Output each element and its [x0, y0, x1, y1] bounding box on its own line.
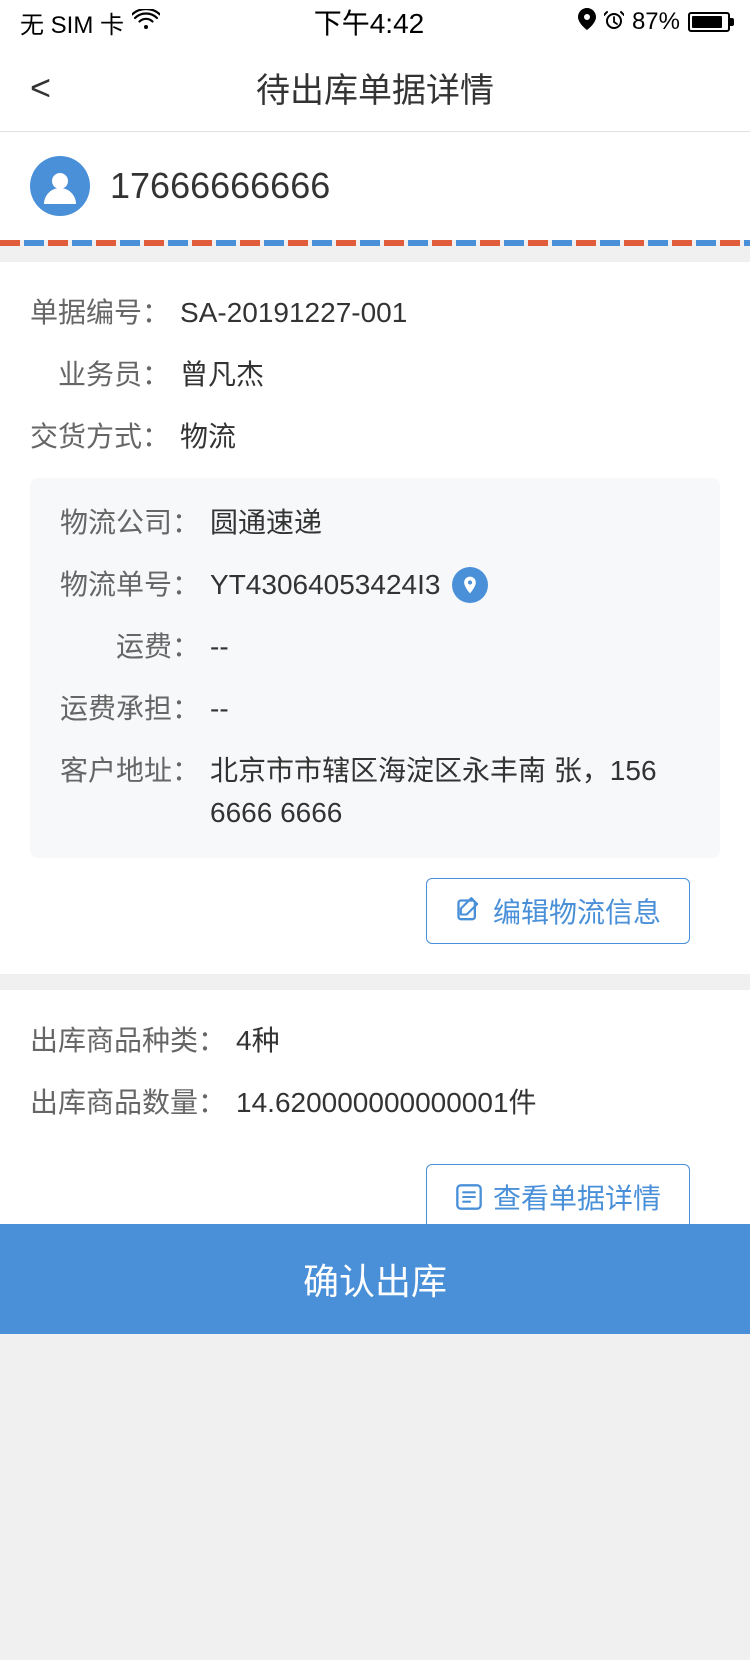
edit-icon — [455, 897, 483, 925]
product-quantity-value: 14.620000000000001件 — [236, 1082, 537, 1124]
address-row: 客户地址： 北京市市辖区海淀区永丰南 张，156 6666 6666 — [60, 750, 690, 834]
view-details-button[interactable]: 查看单据详情 — [426, 1164, 690, 1230]
tracking-value-container: YT43064053424I3 — [210, 564, 690, 606]
view-details-label: 查看单据详情 — [493, 1177, 661, 1217]
alarm-icon — [604, 8, 624, 37]
product-type-row: 出库商品种类： 4种 — [30, 1020, 720, 1062]
product-type-value: 4种 — [236, 1020, 280, 1062]
tracking-location-icon[interactable] — [452, 567, 488, 603]
salesperson-label: 业务员： — [30, 354, 170, 396]
salesperson-value: 曾凡杰 — [180, 354, 720, 396]
nav-bar: < 待出库单据详情 — [0, 44, 750, 132]
dashed-separator — [0, 240, 750, 246]
logistics-company-label: 物流公司： — [60, 502, 200, 544]
freight-row: 运费： -- — [60, 626, 690, 668]
wifi-icon — [132, 8, 160, 36]
avatar — [30, 156, 90, 216]
edit-logistics-label: 编辑物流信息 — [493, 891, 661, 931]
delivery-method-value: 物流 — [180, 416, 720, 458]
view-btn-row: 查看单据详情 — [30, 1144, 720, 1230]
status-bar: 无 SIM 卡 下午4:42 87% — [0, 0, 750, 44]
freight-bearer-row: 运费承担： -- — [60, 688, 690, 730]
logistics-card: 物流公司： 圆通速递 物流单号： YT43064053424I3 运费： -- — [30, 478, 720, 858]
tracking-row: 物流单号： YT43064053424I3 — [60, 564, 690, 606]
delivery-method-label: 交货方式： — [30, 416, 170, 458]
user-phone: 17666666666 — [110, 165, 330, 207]
status-time: 下午4:42 — [314, 2, 425, 42]
battery-percentage: 87% — [632, 8, 680, 36]
list-icon — [455, 1183, 483, 1211]
freight-value: -- — [210, 626, 690, 668]
order-number-label: 单据编号： — [30, 292, 170, 334]
product-type-label: 出库商品种类： — [30, 1020, 226, 1062]
logistics-company-value: 圆通速递 — [210, 502, 690, 544]
order-number-value: SA-20191227-001 — [180, 292, 720, 334]
tracking-number: YT43064053424I3 — [210, 564, 440, 606]
product-quantity-label: 出库商品数量： — [30, 1082, 226, 1124]
freight-bearer-label: 运费承担： — [60, 688, 200, 730]
carrier-text: 无 SIM 卡 — [20, 5, 124, 40]
user-header: 17666666666 — [0, 132, 750, 240]
status-right: 87% — [578, 8, 730, 37]
edit-btn-row: 编辑物流信息 — [30, 858, 720, 944]
tracking-label: 物流单号： — [60, 564, 200, 606]
status-left: 无 SIM 卡 — [20, 5, 160, 40]
delivery-method-row: 交货方式： 物流 — [30, 416, 720, 458]
product-card: 出库商品种类： 4种 出库商品数量： 14.620000000000001件 查… — [0, 990, 750, 1260]
section-divider — [0, 974, 750, 990]
edit-logistics-button[interactable]: 编辑物流信息 — [426, 878, 690, 944]
logistics-company-row: 物流公司： 圆通速递 — [60, 502, 690, 544]
freight-bearer-value: -- — [210, 688, 690, 730]
confirm-button[interactable]: 确认出库 — [0, 1224, 750, 1334]
confirm-button-label: 确认出库 — [303, 1253, 447, 1305]
content: 17666666666 单据编号： SA-20191227-001 业务员： 曾… — [0, 132, 750, 1660]
location-status-icon — [578, 8, 596, 37]
order-info-card: 单据编号： SA-20191227-001 业务员： 曾凡杰 交货方式： 物流 … — [0, 262, 750, 974]
freight-label: 运费： — [60, 626, 200, 668]
order-number-row: 单据编号： SA-20191227-001 — [30, 292, 720, 334]
battery-icon — [688, 12, 730, 32]
address-label: 客户地址： — [60, 750, 200, 792]
back-button[interactable]: < — [30, 67, 51, 109]
salesperson-row: 业务员： 曾凡杰 — [30, 354, 720, 396]
address-value: 北京市市辖区海淀区永丰南 张，156 6666 6666 — [210, 750, 690, 834]
product-quantity-row: 出库商品数量： 14.620000000000001件 — [30, 1082, 720, 1124]
page-title: 待出库单据详情 — [256, 63, 494, 112]
